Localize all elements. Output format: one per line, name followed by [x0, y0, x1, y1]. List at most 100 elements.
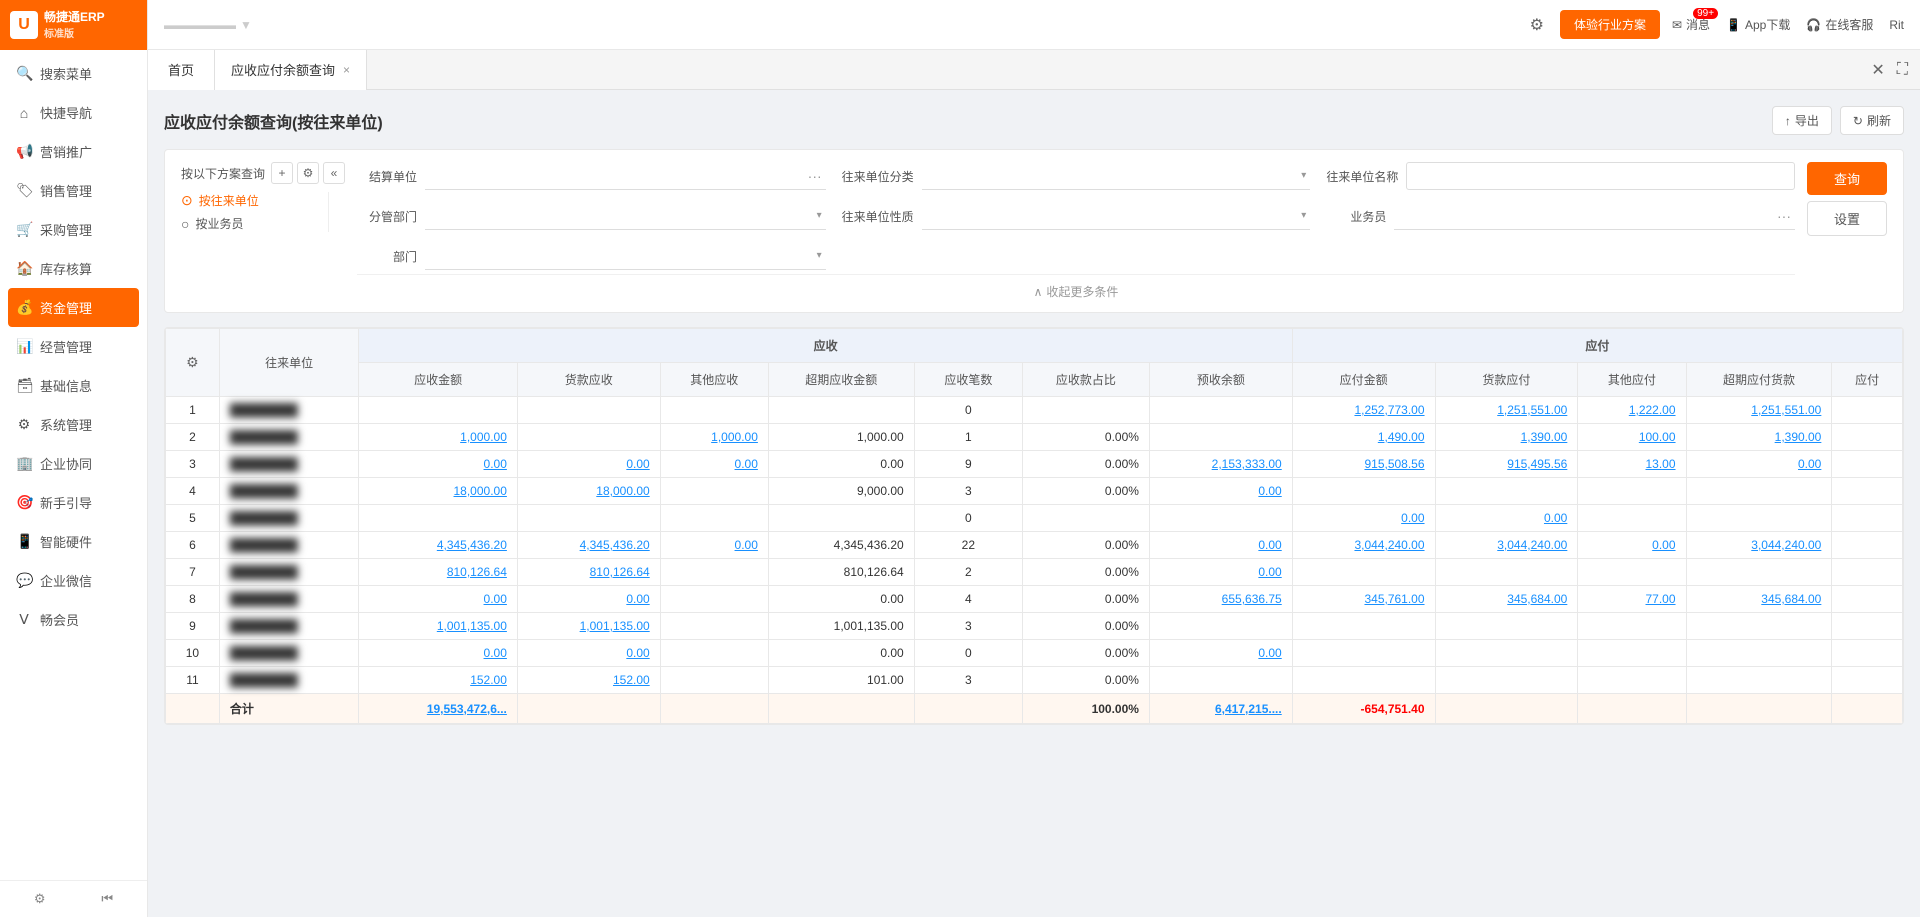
table-cell[interactable]: 2,153,333.00	[1149, 451, 1292, 478]
solution-button[interactable]: 体验行业方案	[1560, 10, 1660, 39]
settlement-unit-input[interactable]: ···	[425, 162, 826, 190]
sidebar-item-operations[interactable]: 📊 经营管理	[0, 327, 147, 366]
service-label: 在线客服	[1825, 16, 1873, 33]
sidebar-item-marketing[interactable]: 📢 营销推广	[0, 132, 147, 171]
table-cell[interactable]: 915,508.56	[1292, 451, 1435, 478]
sidebar-item-finance[interactable]: 💰 资金管理	[8, 288, 139, 327]
table-cell[interactable]: 3,044,240.00	[1292, 532, 1435, 559]
table-cell[interactable]: 0.00	[517, 586, 660, 613]
table-cell[interactable]: 1,390.00	[1686, 424, 1832, 451]
table-cell[interactable]: 1,251,551.00	[1686, 397, 1832, 424]
tab-active[interactable]: 应收应付余额查询 ×	[215, 50, 367, 90]
table-cell[interactable]: 0.00	[359, 640, 517, 667]
table-cell[interactable]: 100.00	[1578, 424, 1686, 451]
table-cell[interactable]: 810,126.64	[517, 559, 660, 586]
table-cell[interactable]: 1,251,551.00	[1435, 397, 1578, 424]
collapse-scheme-btn[interactable]: «	[323, 162, 345, 184]
settings-scheme-btn[interactable]: ⚙	[297, 162, 319, 184]
table-cell[interactable]: 1,390.00	[1435, 424, 1578, 451]
collapse-more-btn[interactable]: ∧ 收起更多条件	[357, 274, 1795, 300]
table-cell[interactable]: 0.00	[1149, 478, 1292, 505]
table-cell[interactable]: 0.00	[1686, 451, 1832, 478]
refresh-button[interactable]: ↻ 刷新	[1840, 106, 1904, 135]
mode-by-unit[interactable]: ⊙ 按往来单位	[181, 192, 312, 209]
sidebar-item-sales[interactable]: 🏷 销售管理	[0, 171, 147, 210]
table-cell[interactable]: 1,252,773.00	[1292, 397, 1435, 424]
table-cell[interactable]: 0.00	[517, 451, 660, 478]
table-cell[interactable]: 345,684.00	[1686, 586, 1832, 613]
table-cell[interactable]: 0.00	[660, 532, 768, 559]
col-settings-icon[interactable]: ⚙	[166, 329, 220, 397]
tab-home[interactable]: 首页	[148, 50, 215, 90]
table-cell[interactable]: 810,126.64	[359, 559, 517, 586]
salesperson-input[interactable]: ···	[1394, 202, 1795, 230]
online-service-button[interactable]: 🎧 在线客服	[1806, 16, 1873, 33]
sidebar-item-purchase[interactable]: 🛒 采购管理	[0, 210, 147, 249]
sidebar-item-member[interactable]: Ⅴ 畅会员	[0, 600, 147, 639]
table-cell[interactable]: 0.00	[359, 586, 517, 613]
table-cell[interactable]: 0.00	[359, 451, 517, 478]
table-cell[interactable]: 18,000.00	[517, 478, 660, 505]
table-cell[interactable]: 0.00	[1292, 505, 1435, 532]
query-button[interactable]: 查询	[1807, 162, 1887, 195]
app-download-button[interactable]: 📱 App下载	[1726, 16, 1790, 33]
table-cell[interactable]: 345,684.00	[1435, 586, 1578, 613]
partner-nature-select[interactable]: ▾	[922, 202, 1311, 230]
user-menu[interactable]: Rit	[1889, 18, 1904, 32]
table-cell[interactable]: 915,495.56	[1435, 451, 1578, 478]
table-cell[interactable]: 655,636.75	[1149, 586, 1292, 613]
table-cell[interactable]: 13.00	[1578, 451, 1686, 478]
sidebar-item-basic[interactable]: 🗃 基础信息	[0, 366, 147, 405]
sidebar-item-wechat[interactable]: 💬 企业微信	[0, 561, 147, 600]
partner-name-input[interactable]	[1406, 162, 1795, 190]
sidebar-item-search[interactable]: 🔍 搜索菜单	[0, 54, 147, 93]
tab-close-window-icon[interactable]: ✕	[1867, 56, 1888, 84]
sidebar-item-quicknav[interactable]: ⌂ 快捷导航	[0, 93, 147, 132]
table-cell[interactable]: 0.00	[1578, 532, 1686, 559]
add-scheme-btn[interactable]: +	[271, 162, 293, 184]
table-cell[interactable]: 1,222.00	[1578, 397, 1686, 424]
table-cell[interactable]: 4,345,436.20	[359, 532, 517, 559]
sidebar-item-enterprise[interactable]: 🏢 企业协同	[0, 444, 147, 483]
tab-maximize-icon[interactable]: ⛶	[1893, 57, 1912, 83]
settings-icon[interactable]: ⚙	[1530, 15, 1544, 35]
table-cell[interactable]: 1,490.00	[1292, 424, 1435, 451]
table-cell[interactable]: 0.00	[660, 451, 768, 478]
table-cell[interactable]: 345,761.00	[1292, 586, 1435, 613]
table-cell[interactable]: 152.00	[517, 667, 660, 694]
table-cell[interactable]: 1,001,135.00	[359, 613, 517, 640]
export-button[interactable]: ↑ 导出	[1772, 106, 1832, 135]
summary-label: 合计	[219, 694, 359, 724]
sidebar-settings-btn[interactable]: ⚙	[10, 891, 70, 907]
summary-recv-prepay[interactable]: 6,417,215....	[1149, 694, 1292, 724]
partner-category-select[interactable]: ▾	[922, 162, 1311, 190]
table-cell[interactable]: 1,000.00	[660, 424, 768, 451]
summary-recv-total[interactable]: 19,553,472,6...	[359, 694, 517, 724]
mode-by-staff[interactable]: ○ 按业务员	[181, 215, 312, 232]
messages-button[interactable]: ✉ 消息 99+	[1672, 16, 1710, 33]
sidebar-item-hardware[interactable]: 📱 智能硬件	[0, 522, 147, 561]
table-cell[interactable]: 0.00	[517, 640, 660, 667]
setting-button[interactable]: 设置	[1807, 201, 1887, 236]
table-cell[interactable]: 3,044,240.00	[1435, 532, 1578, 559]
sidebar-item-inventory[interactable]: 🏠 库存核算	[0, 249, 147, 288]
table-cell[interactable]: 0.00	[1435, 505, 1578, 532]
table-cell[interactable]: 3,044,240.00	[1686, 532, 1832, 559]
table-cell[interactable]: 1,000.00	[359, 424, 517, 451]
table-cell[interactable]: 0.00	[1149, 559, 1292, 586]
table-cell[interactable]: 0.00	[1149, 640, 1292, 667]
dept-select[interactable]: ▾	[425, 242, 826, 270]
sidebar-collapse-btn[interactable]: ⏮	[78, 891, 138, 907]
table-cell[interactable]: 152.00	[359, 667, 517, 694]
table-cell[interactable]: 0.00	[1149, 532, 1292, 559]
dept-manager-select[interactable]: ▾	[425, 202, 826, 230]
table-cell[interactable]: 18,000.00	[359, 478, 517, 505]
tab-close-icon[interactable]: ×	[343, 63, 350, 77]
table-cell[interactable]: 1,001,135.00	[517, 613, 660, 640]
sidebar-item-system[interactable]: ⚙ 系统管理	[0, 405, 147, 444]
table-cell[interactable]: 4,345,436.20	[517, 532, 660, 559]
table-cell[interactable]: 77.00	[1578, 586, 1686, 613]
summary-pay-other	[1578, 694, 1686, 724]
table-gear-icon[interactable]: ⚙	[186, 354, 199, 370]
sidebar-item-guide[interactable]: 🎯 新手引导	[0, 483, 147, 522]
